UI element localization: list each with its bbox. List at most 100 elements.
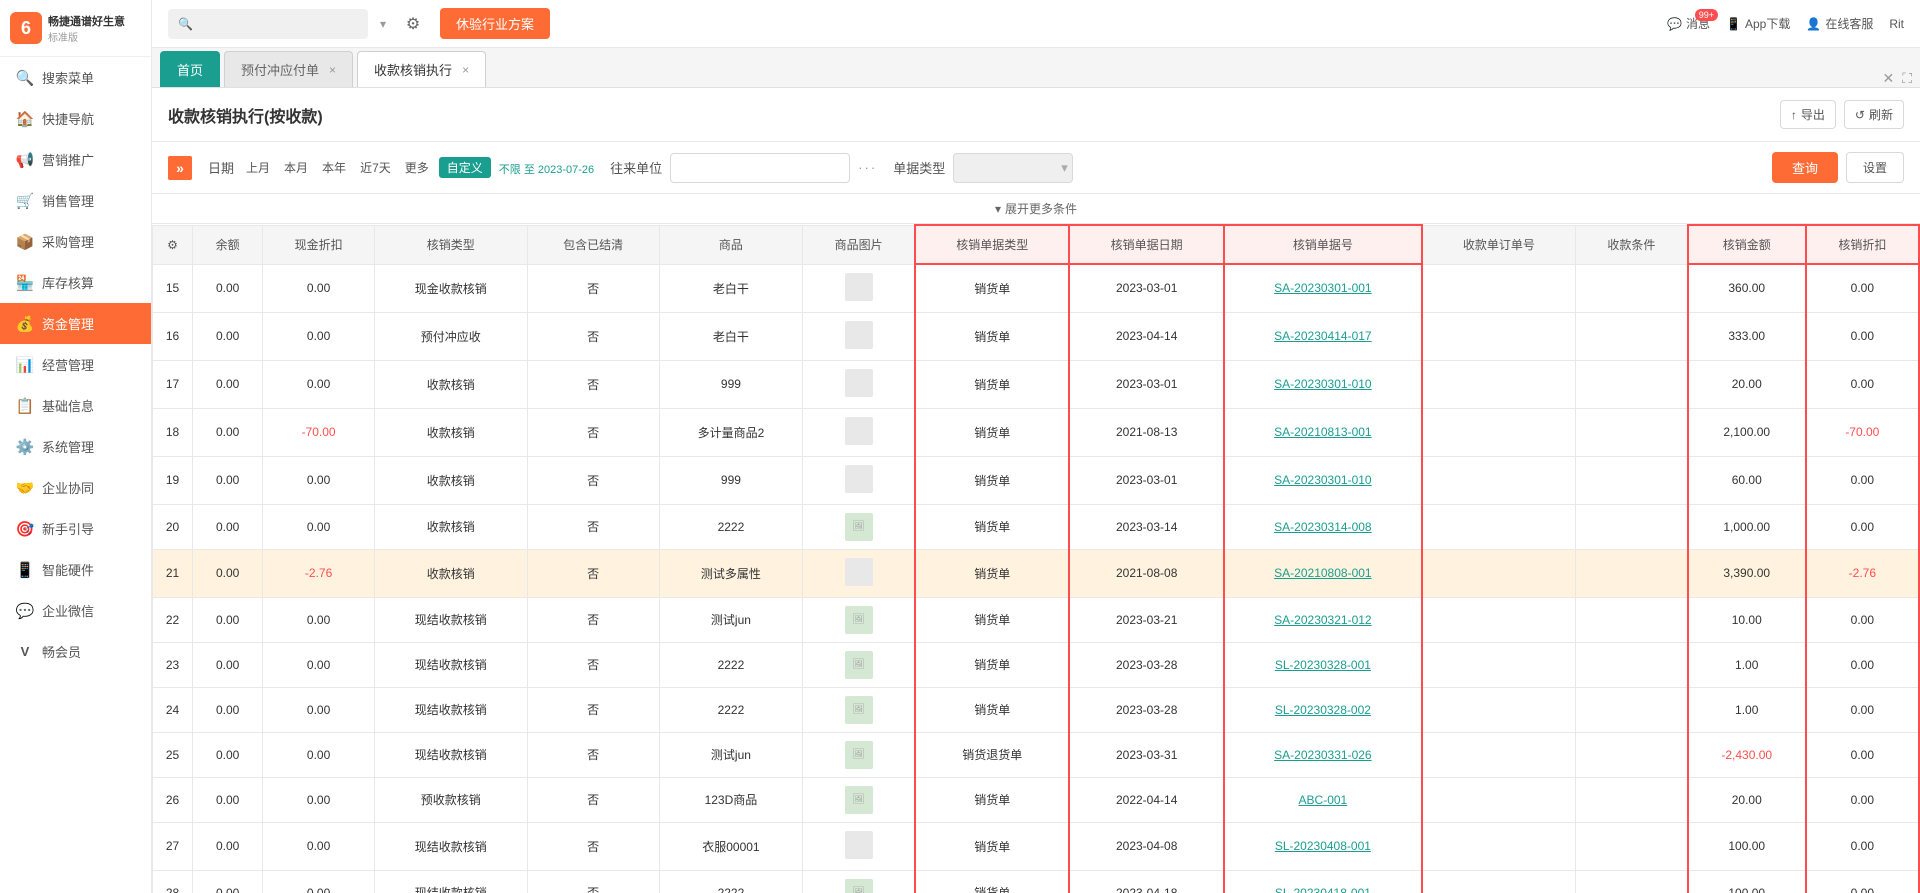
cell-writeoff-no[interactable]: SA-20230301-001	[1224, 264, 1422, 312]
settings-button[interactable]: 设置	[1846, 152, 1904, 183]
cell-writeoff-no[interactable]: SA-20230301-010	[1224, 360, 1422, 408]
app-name: 畅捷通谱好生意	[48, 13, 125, 29]
query-button[interactable]: 查询	[1772, 152, 1838, 183]
cell-include-settled: 否	[527, 264, 659, 312]
sidebar-item-hardware[interactable]: 📱 智能硬件	[0, 549, 151, 590]
tab-prepay[interactable]: 预付冲应付单 ×	[224, 51, 353, 87]
filter-expand-button[interactable]: »	[168, 156, 192, 180]
counterpart-input[interactable]	[670, 153, 850, 183]
dropdown-arrow[interactable]: ▾	[380, 17, 386, 31]
export-button[interactable]: ↑ 导出	[1780, 100, 1836, 129]
tab-writeoff[interactable]: 收款核销执行 ×	[357, 51, 486, 87]
expand-more-button[interactable]: ▾ 展开更多条件	[995, 200, 1077, 217]
sidebar-item-quicknav[interactable]: 🏠 快捷导航	[0, 98, 151, 139]
cell-receipt-order-no	[1422, 732, 1576, 777]
search-input-box[interactable]: 🔍	[168, 9, 368, 39]
service-label: 在线客服	[1825, 15, 1873, 32]
sidebar-item-marketing[interactable]: 📢 营销推广	[0, 139, 151, 180]
topbar: 🔍 ▾ ⚙ 休验行业方案 💬 消息 99+ 📱 App下载 👤 在线客服 Rit	[152, 0, 1920, 48]
cell-goods: 测试多属性	[659, 549, 803, 597]
cell-goods-img	[803, 312, 915, 360]
data-table-container[interactable]: ⚙ 余额 现金折扣 核销类型 包含已结清 商品 商品图片 核销单据类型 核销单据…	[152, 224, 1920, 893]
sidebar-item-guide[interactable]: 🎯 新手引导	[0, 508, 151, 549]
sidebar-item-member[interactable]: V 畅会员	[0, 631, 151, 672]
sidebar-item-wechat[interactable]: 💬 企业微信	[0, 590, 151, 631]
cell-writeoff-no[interactable]: SA-20230414-017	[1224, 312, 1422, 360]
cell-writeoff-type: 现结收款核销	[374, 732, 527, 777]
sidebar-item-basic[interactable]: 📋 基础信息	[0, 385, 151, 426]
settings-icon-topbar[interactable]: ⚙	[398, 9, 428, 39]
cell-writeoff-type: 现结收款核销	[374, 687, 527, 732]
cell-receipt-order-no	[1422, 597, 1576, 642]
cell-receipt-condition	[1575, 264, 1687, 312]
cell-writeoff-type: 收款核销	[374, 360, 527, 408]
col-include-settled: 包含已结清	[527, 225, 659, 264]
date-custom-btn[interactable]: 自定义	[439, 157, 491, 178]
close-window-icon[interactable]: ✕	[1882, 70, 1894, 87]
cell-writeoff-no[interactable]: SA-20210808-001	[1224, 549, 1422, 597]
table-row: 18 0.00 -70.00 收款核销 否 多计量商品2 销货单 2021-08…	[153, 408, 1920, 456]
col-settings[interactable]: ⚙	[153, 225, 193, 264]
cell-writeoff-discount: 0.00	[1806, 504, 1919, 549]
date-last-month-btn[interactable]: 上月	[242, 157, 274, 178]
tab-bar: 首页 预付冲应付单 × 收款核销执行 × ✕ ⛶	[152, 48, 1920, 88]
cell-writeoff-discount: 0.00	[1806, 642, 1919, 687]
cell-writeoff-no[interactable]: SL-20230418-001	[1224, 870, 1422, 893]
page-title: 收款核销执行(按收款)	[168, 103, 323, 127]
refresh-button[interactable]: ↺ 刷新	[1844, 100, 1904, 129]
sidebar-item-enterprise[interactable]: 🤝 企业协同	[0, 467, 151, 508]
sidebar-item-search[interactable]: 🔍 搜索菜单	[0, 57, 151, 98]
cell-writeoff-amount: 60.00	[1688, 456, 1806, 504]
cell-writeoff-type: 预收款核销	[374, 777, 527, 822]
maximize-icon[interactable]: ⛶	[1902, 70, 1912, 87]
cell-goods-img	[803, 456, 915, 504]
cell-writeoff-no[interactable]: SA-20210813-001	[1224, 408, 1422, 456]
tab-home[interactable]: 首页	[160, 51, 220, 87]
message-badge: 99+	[1695, 9, 1718, 21]
cell-balance: 0.00	[193, 264, 263, 312]
cell-goods: 999	[659, 456, 803, 504]
cell-writeoff-no[interactable]: SA-20230301-010	[1224, 456, 1422, 504]
online-service-button[interactable]: 👤 在线客服	[1806, 15, 1873, 32]
filter-row: » 日期 上月 本月 本年 近7天 更多 自定义 不限 至 2023-07-26	[168, 152, 1904, 183]
date-this-year-btn[interactable]: 本年	[318, 157, 350, 178]
cell-writeoff-no[interactable]: SA-20230321-012	[1224, 597, 1422, 642]
date-more-btn[interactable]: 更多	[401, 157, 433, 178]
cell-writeoff-amount: 333.00	[1688, 312, 1806, 360]
industry-solution-button[interactable]: 休验行业方案	[440, 8, 550, 39]
cell-goods-img	[803, 549, 915, 597]
cell-writeoff-date: 2023-03-01	[1069, 264, 1223, 312]
sidebar-item-system[interactable]: ⚙️ 系统管理	[0, 426, 151, 467]
filter-bar: » 日期 上月 本月 本年 近7天 更多 自定义 不限 至 2023-07-26	[152, 142, 1920, 194]
cell-goods: 多计量商品2	[659, 408, 803, 456]
sidebar-item-finance[interactable]: 💰 资金管理	[0, 303, 151, 344]
cell-writeoff-no[interactable]: SL-20230328-002	[1224, 687, 1422, 732]
message-button[interactable]: 💬 消息 99+	[1667, 15, 1710, 32]
cell-writeoff-bill-type: 销货单	[915, 264, 1069, 312]
cell-writeoff-no[interactable]: SA-20230314-008	[1224, 504, 1422, 549]
app-download-button[interactable]: 📱 App下载	[1726, 15, 1790, 32]
sidebar-item-inventory[interactable]: 🏪 库存核算	[0, 262, 151, 303]
cell-writeoff-no[interactable]: SL-20230408-001	[1224, 822, 1422, 870]
cell-writeoff-type: 收款核销	[374, 408, 527, 456]
cell-goods: 999	[659, 360, 803, 408]
cell-goods: 2222	[659, 870, 803, 893]
cell-writeoff-type: 收款核销	[374, 504, 527, 549]
date-7days-btn[interactable]: 近7天	[356, 157, 395, 178]
sidebar-item-sales[interactable]: 🛒 销售管理	[0, 180, 151, 221]
cell-goods: 测试jun	[659, 597, 803, 642]
cell-writeoff-no[interactable]: SL-20230328-001	[1224, 642, 1422, 687]
cell-writeoff-no[interactable]: ABC-001	[1224, 777, 1422, 822]
sidebar-item-purchase[interactable]: 📦 采购管理	[0, 221, 151, 262]
handshake-icon: 🤝	[16, 479, 34, 497]
cell-writeoff-no[interactable]: SA-20230331-026	[1224, 732, 1422, 777]
cell-balance: 0.00	[193, 456, 263, 504]
close-icon[interactable]: ×	[329, 63, 336, 77]
user-avatar[interactable]: Rit	[1889, 17, 1904, 31]
expand-icon: ▾	[995, 202, 1001, 216]
table-row: 26 0.00 0.00 预收款核销 否 123D商品 🖼 销货单 2022-0…	[153, 777, 1920, 822]
date-this-month-btn[interactable]: 本月	[280, 157, 312, 178]
sidebar-item-operations[interactable]: 📊 经营管理	[0, 344, 151, 385]
close-icon[interactable]: ×	[462, 63, 469, 77]
order-type-select[interactable]	[953, 153, 1073, 183]
